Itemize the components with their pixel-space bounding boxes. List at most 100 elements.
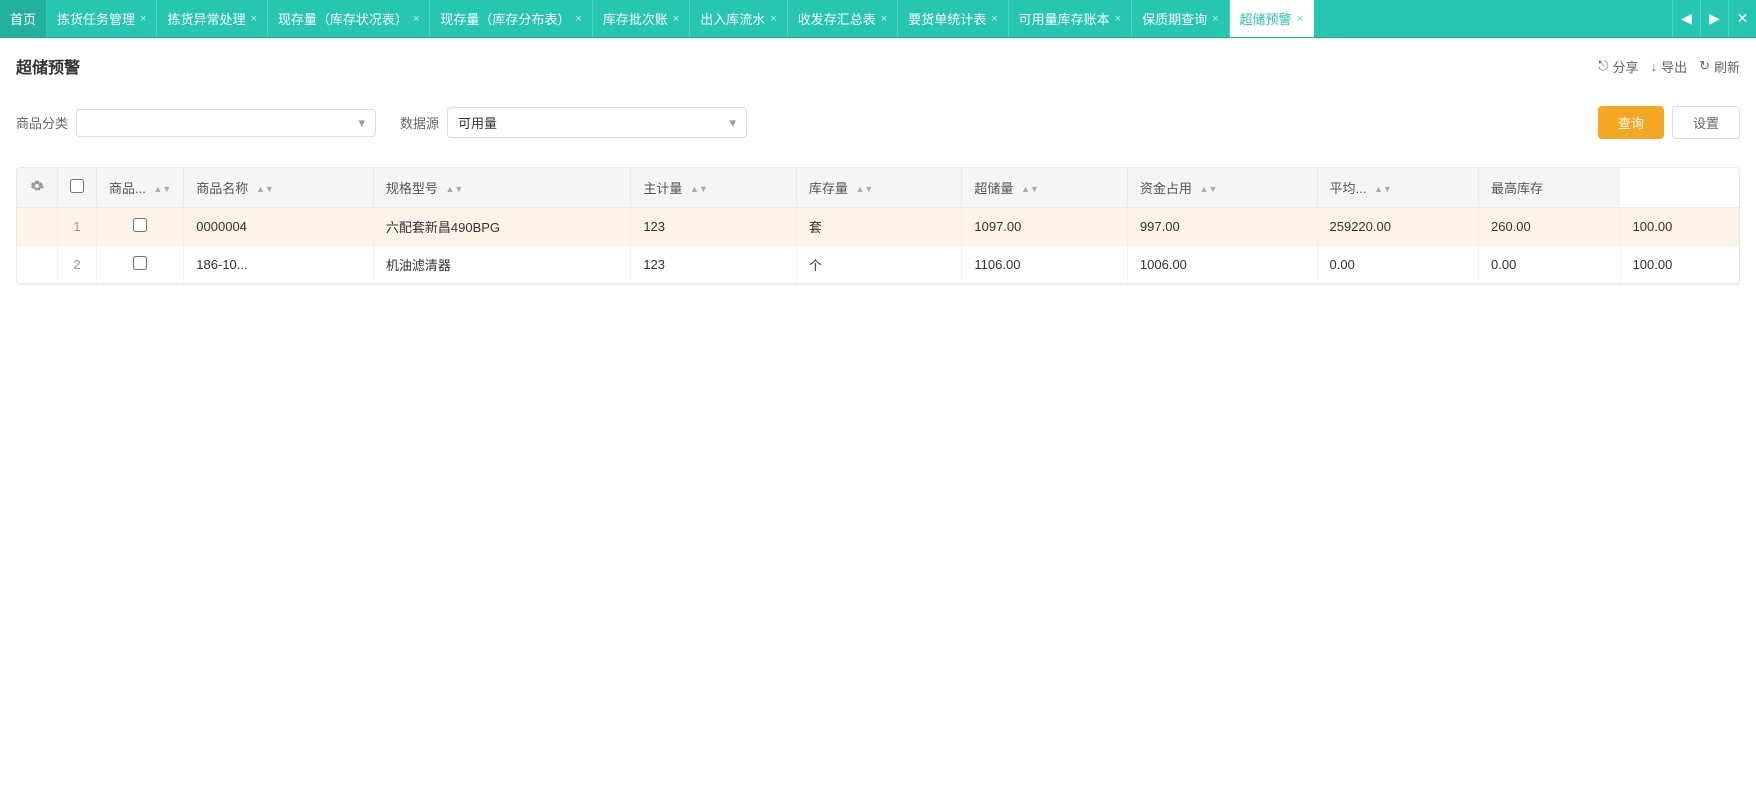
- col-header-code: 商品... ▲▼: [97, 168, 184, 208]
- close-icon[interactable]: ×: [250, 13, 256, 25]
- header-checkbox-cell[interactable]: [58, 168, 97, 208]
- page-content: 超储预警 ⎋ 分享 ↓ 导出 ↻ 刷新 商品分类 ▾ 数据源: [0, 38, 1756, 800]
- close-icon[interactable]: ×: [1115, 13, 1121, 25]
- row-code: 186-10...: [184, 246, 374, 284]
- page-title: 超储预警: [16, 54, 80, 78]
- nav-inventory-status[interactable]: 现存量（库存状况表） ×: [268, 0, 430, 37]
- data-source-label: 数据源: [400, 113, 439, 132]
- close-icon[interactable]: ×: [575, 13, 581, 25]
- row-unit: 套: [796, 208, 962, 246]
- nav-inventory-dist[interactable]: 现存量（库存分布表） ×: [430, 0, 592, 37]
- data-source-select[interactable]: 可用量 ▾: [447, 107, 747, 138]
- col-header-avg: 平均... ▲▼: [1317, 168, 1479, 208]
- nav-summary[interactable]: 收发存汇总表 ×: [788, 0, 898, 37]
- col-header-unit: 主计量 ▲▼: [631, 168, 797, 208]
- nav-next-btn[interactable]: ▶: [1700, 0, 1728, 37]
- row-unit: 个: [796, 246, 962, 284]
- sort-icon[interactable]: ▲▼: [856, 185, 874, 194]
- commodity-class-label: 商品分类: [16, 113, 68, 132]
- close-icon[interactable]: ×: [1297, 13, 1303, 25]
- col-header-capital: 资金占用 ▲▼: [1127, 168, 1317, 208]
- close-icon[interactable]: ×: [413, 13, 419, 25]
- query-button[interactable]: 查询: [1598, 106, 1664, 139]
- table-row: 1 0000004 六配套新昌490BPG 123 套 1097.00 997.…: [17, 208, 1739, 246]
- nav-task-mgmt[interactable]: 拣货任务管理 ×: [47, 0, 157, 37]
- refresh-icon: ↻: [1699, 58, 1710, 74]
- nav-flow[interactable]: 出入库流水 ×: [690, 0, 787, 37]
- data-source-value: 可用量: [458, 113, 497, 132]
- chevron-down-icon: ▾: [730, 115, 737, 131]
- col-header-spec: 规格型号 ▲▼: [373, 168, 630, 208]
- nav-expiry[interactable]: 保质期查询 ×: [1132, 0, 1229, 37]
- top-nav: 首页 拣货任务管理 × 拣货异常处理 × 现存量（库存状况表） × 现存量（库存…: [0, 0, 1756, 38]
- select-all-checkbox[interactable]: [70, 179, 84, 193]
- table-header-row: 商品... ▲▼ 商品名称 ▲▼ 规格型号 ▲▼ 主计量 ▲▼: [17, 168, 1739, 208]
- row-number: 2: [58, 246, 97, 284]
- close-icon[interactable]: ×: [140, 13, 146, 25]
- row-checkbox-cell[interactable]: [97, 246, 184, 284]
- sort-icon[interactable]: ▲▼: [690, 185, 708, 194]
- close-icon[interactable]: ×: [1212, 13, 1218, 25]
- row-capital: 0.00: [1317, 246, 1479, 284]
- row-maxstock: 100.00: [1620, 208, 1739, 246]
- table-row: 2 186-10... 机油滤清器 123 个 1106.00 1006.00 …: [17, 246, 1739, 284]
- settings-button[interactable]: 设置: [1672, 106, 1740, 139]
- row-spec: 123: [631, 246, 797, 284]
- row-checkbox[interactable]: [133, 218, 147, 232]
- col-header-stock: 库存量 ▲▼: [796, 168, 962, 208]
- row-gear-cell: [17, 246, 58, 284]
- row-overflow: 1006.00: [1127, 246, 1317, 284]
- table-body: 1 0000004 六配套新昌490BPG 123 套 1097.00 997.…: [17, 208, 1739, 284]
- chevron-down-icon: ▾: [358, 115, 365, 131]
- col-header-maxstock: 最高库存: [1479, 168, 1621, 208]
- row-overflow: 997.00: [1127, 208, 1317, 246]
- page-actions: ⎋ 分享 ↓ 导出 ↻ 刷新: [1598, 57, 1740, 76]
- nav-avail-ledger[interactable]: 可用量库存账本 ×: [1009, 0, 1132, 37]
- nav-batch-account[interactable]: 库存批次账 ×: [593, 0, 690, 37]
- nav-exception[interactable]: 拣货异常处理 ×: [157, 0, 267, 37]
- sort-icon[interactable]: ▲▼: [1374, 185, 1392, 194]
- close-icon[interactable]: ×: [673, 13, 679, 25]
- data-source-filter: 数据源 可用量 ▾: [400, 107, 747, 138]
- row-stock: 1097.00: [962, 208, 1128, 246]
- gear-header: [17, 168, 58, 208]
- row-checkbox-cell[interactable]: [97, 208, 184, 246]
- nav-prev-btn[interactable]: ◀: [1672, 0, 1700, 37]
- row-avg: 0.00: [1479, 246, 1621, 284]
- commodity-class-filter: 商品分类 ▾: [16, 109, 376, 137]
- close-icon[interactable]: ×: [991, 13, 997, 25]
- nav-overstock[interactable]: 超储预警 ×: [1230, 0, 1314, 37]
- close-icon[interactable]: ×: [881, 13, 887, 25]
- share-button[interactable]: ⎋ 分享: [1598, 57, 1638, 76]
- export-button[interactable]: ↓ 导出: [1651, 57, 1688, 76]
- refresh-button[interactable]: ↻ 刷新: [1699, 57, 1740, 76]
- sort-icon[interactable]: ▲▼: [256, 185, 274, 194]
- export-icon: ↓: [1651, 59, 1658, 74]
- sort-icon[interactable]: ▲▼: [1200, 185, 1218, 194]
- row-number: 1: [58, 208, 97, 246]
- sort-icon[interactable]: ▲▼: [153, 185, 171, 194]
- close-icon[interactable]: ×: [770, 13, 776, 25]
- col-header-overflow: 超储量 ▲▼: [962, 168, 1128, 208]
- row-checkbox[interactable]: [133, 256, 147, 270]
- nav-arrows: ◀ ▶ ✕: [1672, 0, 1756, 37]
- sort-icon[interactable]: ▲▼: [446, 185, 464, 194]
- row-code: 0000004: [184, 208, 374, 246]
- nav-close-btn[interactable]: ✕: [1728, 0, 1756, 37]
- col-header-name: 商品名称 ▲▼: [184, 168, 374, 208]
- nav-home[interactable]: 首页: [0, 0, 47, 37]
- row-maxstock: 100.00: [1620, 246, 1739, 284]
- row-spec: 123: [631, 208, 797, 246]
- row-avg: 260.00: [1479, 208, 1621, 246]
- gear-icon[interactable]: [29, 178, 45, 194]
- sort-icon[interactable]: ▲▼: [1021, 185, 1039, 194]
- row-gear-cell: [17, 208, 58, 246]
- filter-buttons: 查询 设置: [1598, 106, 1740, 139]
- share-icon: ⎋: [1598, 58, 1608, 74]
- filter-bar: 商品分类 ▾ 数据源 可用量 ▾ 查询 设置: [16, 94, 1740, 151]
- nav-order-stats[interactable]: 要货单统计表 ×: [898, 0, 1008, 37]
- row-name: 六配套新昌490BPG: [373, 208, 630, 246]
- commodity-class-select[interactable]: ▾: [76, 109, 376, 137]
- data-table-container: 商品... ▲▼ 商品名称 ▲▼ 规格型号 ▲▼ 主计量 ▲▼: [16, 167, 1740, 285]
- row-name: 机油滤清器: [373, 246, 630, 284]
